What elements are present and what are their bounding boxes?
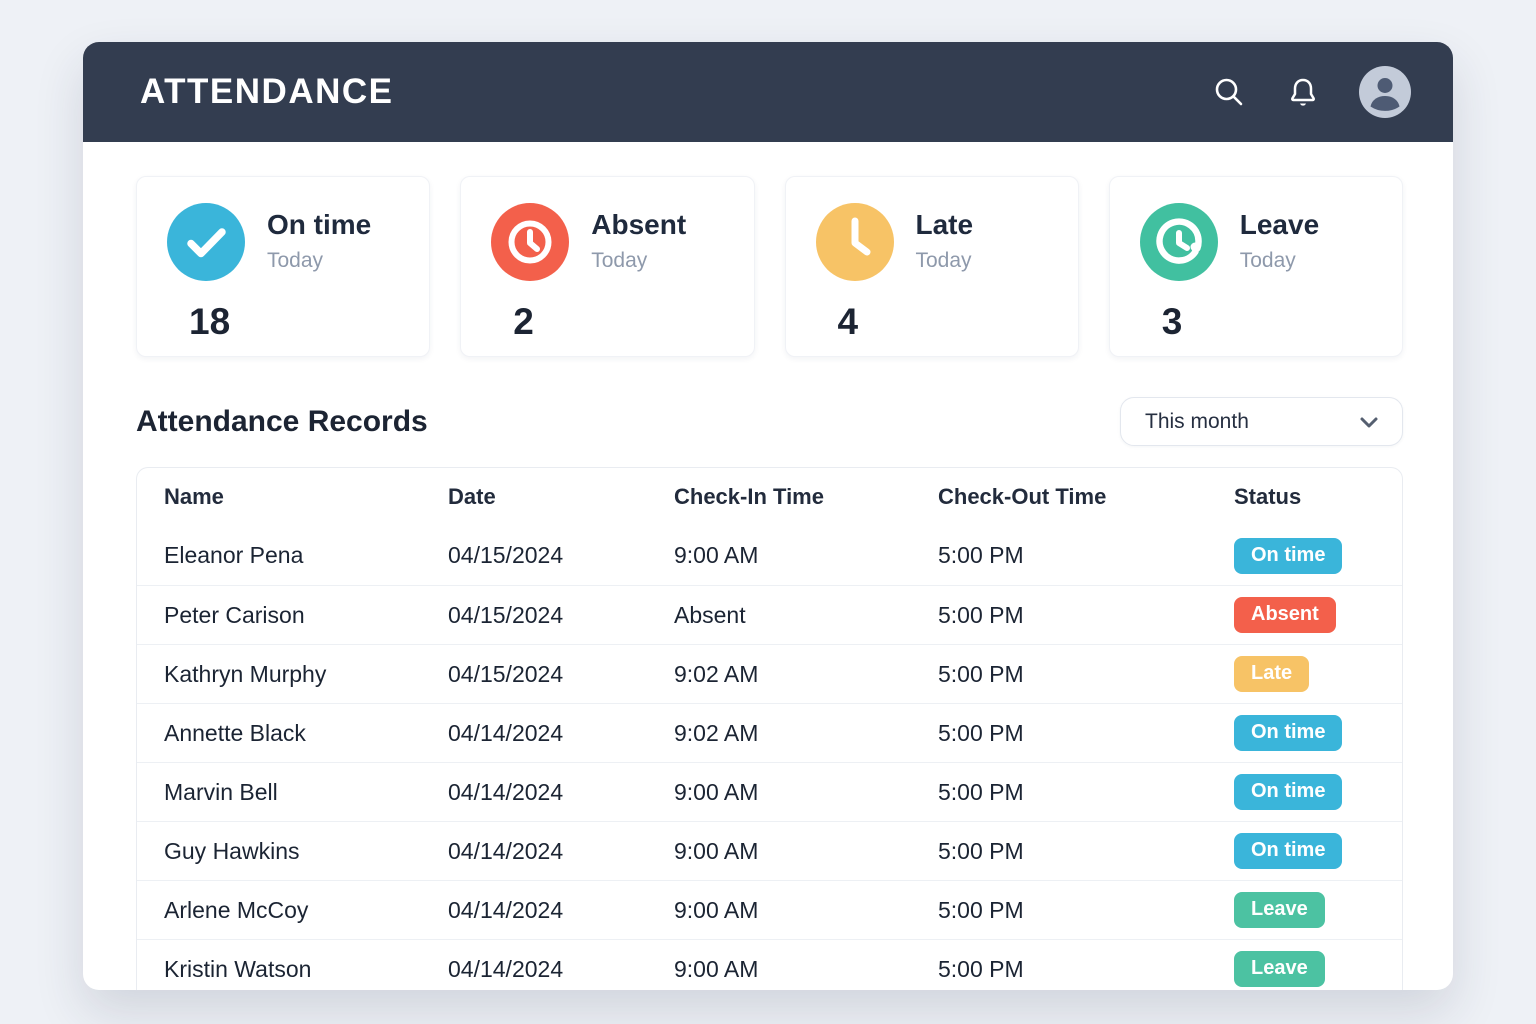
card-sublabel: Today	[591, 249, 648, 272]
cell-check-out: 5:00 PM	[938, 955, 1024, 982]
table-row[interactable]: Guy Hawkins 04/14/2024 9:00 AM 5:00 PM O…	[137, 821, 1402, 880]
cell-name: Annette Black	[164, 719, 306, 746]
column-header-name: Name	[164, 484, 224, 509]
cell-check-out: 5:00 PM	[938, 778, 1024, 805]
clock-hands-icon	[815, 203, 894, 281]
column-header-check-in: Check-In Time	[674, 484, 824, 509]
card-sublabel: Today	[1239, 249, 1296, 272]
status-badge: Leave	[1234, 892, 1325, 928]
cell-name: Kristin Watson	[164, 955, 312, 982]
cell-date: 04/15/2024	[448, 542, 564, 568]
attendance-table: Name Date Check-In Time Check-Out Time S…	[136, 467, 1403, 990]
cell-check-in: 9:02 AM	[674, 660, 759, 687]
cell-check-out: 5:00 PM	[938, 896, 1024, 923]
month-filter-value: This month	[1145, 409, 1249, 433]
table-row[interactable]: Eleanor Pena 04/15/2024 9:00 AM 5:00 PM …	[137, 526, 1402, 585]
status-badge: On time	[1234, 833, 1343, 869]
cell-check-out: 5:00 PM	[938, 719, 1024, 746]
status-badge: On time	[1234, 774, 1343, 810]
table-row[interactable]: Arlene McCoy 04/14/2024 9:00 AM 5:00 PM …	[137, 880, 1402, 939]
table-row[interactable]: Kathryn Murphy 04/15/2024 9:02 AM 5:00 P…	[137, 644, 1402, 703]
card-label: Leave	[1239, 209, 1320, 240]
main-content: On time Today 18 Absent Today 2 Late Tod…	[83, 142, 1453, 990]
cell-check-in: 9:00 AM	[674, 837, 759, 864]
clock-icon	[491, 203, 570, 281]
summary-card: Leave Today 3	[1108, 176, 1403, 357]
chevron-down-icon	[1356, 409, 1382, 435]
status-badge: Absent	[1234, 597, 1336, 633]
records-title: Attendance Records	[136, 404, 428, 438]
card-label: Late	[915, 209, 974, 240]
table-row[interactable]: Kristin Watson 04/14/2024 9:00 AM 5:00 P…	[137, 939, 1402, 990]
table-row[interactable]: Annette Black 04/14/2024 9:02 AM 5:00 PM…	[137, 703, 1402, 762]
cell-check-in: 9:00 AM	[674, 542, 759, 568]
cell-check-in: 9:00 AM	[674, 896, 759, 923]
cell-name: Marvin Bell	[164, 778, 278, 805]
clock-history-icon	[1139, 203, 1218, 281]
cell-name: Peter Carison	[164, 601, 305, 628]
card-label: On time	[267, 209, 372, 240]
cell-check-in: 9:00 AM	[674, 778, 759, 805]
summary-card: Late Today 4	[784, 176, 1079, 357]
card-sublabel: Today	[267, 249, 324, 272]
check-icon	[167, 203, 245, 281]
table-row[interactable]: Peter Carison 04/15/2024 Absent 5:00 PM …	[137, 585, 1402, 644]
status-badge: Leave	[1234, 951, 1325, 987]
search-icon[interactable]	[1211, 74, 1247, 110]
month-filter-dropdown[interactable]: This month	[1120, 397, 1403, 446]
status-badge: On time	[1234, 715, 1343, 751]
cell-date: 04/14/2024	[448, 778, 564, 805]
top-bar: ATTENDANCE	[83, 42, 1453, 142]
card-value: 2	[513, 301, 534, 342]
card-value: 3	[1161, 301, 1183, 342]
table-header-row: Name Date Check-In Time Check-Out Time S…	[137, 468, 1402, 526]
cell-date: 04/15/2024	[448, 660, 564, 687]
cell-check-out: 5:00 PM	[938, 660, 1024, 687]
cell-date: 04/14/2024	[448, 719, 564, 746]
status-badge: On time	[1234, 537, 1343, 574]
cell-date: 04/14/2024	[448, 837, 564, 864]
column-header-status: Status	[1234, 484, 1302, 509]
cell-date: 04/14/2024	[448, 896, 564, 923]
bell-icon[interactable]	[1285, 74, 1321, 110]
card-sublabel: Today	[915, 249, 972, 272]
summary-card: On time Today 18	[136, 176, 431, 357]
card-value: 4	[837, 301, 859, 342]
column-header-check-out: Check-Out Time	[938, 484, 1107, 509]
topbar-actions	[1211, 66, 1411, 118]
cell-date: 04/14/2024	[448, 955, 564, 982]
attendance-app-window: ATTENDANCE On time Today 18 Absent Today…	[83, 42, 1453, 990]
cell-check-out: 5:00 PM	[938, 542, 1024, 568]
app-title: ATTENDANCE	[140, 72, 394, 111]
cell-date: 04/15/2024	[448, 601, 564, 628]
cell-check-in: 9:02 AM	[674, 719, 759, 746]
cell-name: Guy Hawkins	[164, 837, 300, 864]
cell-check-out: 5:00 PM	[938, 601, 1024, 628]
summary-card: Absent Today 2	[460, 176, 755, 357]
cell-name: Kathryn Murphy	[164, 660, 327, 687]
card-value: 18	[189, 301, 231, 342]
cell-check-in: 9:00 AM	[674, 955, 759, 982]
cell-check-in: Absent	[674, 601, 746, 628]
table-body: Eleanor Pena 04/15/2024 9:00 AM 5:00 PM …	[137, 526, 1402, 990]
cell-name: Eleanor Pena	[164, 542, 304, 568]
card-label: Absent	[591, 209, 687, 240]
cell-check-out: 5:00 PM	[938, 837, 1024, 864]
records-header: Attendance Records This month	[136, 397, 1403, 446]
user-avatar[interactable]	[1359, 66, 1411, 118]
status-badge: Late	[1234, 656, 1310, 692]
column-header-date: Date	[448, 484, 496, 509]
cell-name: Arlene McCoy	[164, 896, 309, 923]
summary-cards: On time Today 18 Absent Today 2 Late Tod…	[136, 176, 1403, 357]
table-row[interactable]: Marvin Bell 04/14/2024 9:00 AM 5:00 PM O…	[137, 762, 1402, 821]
